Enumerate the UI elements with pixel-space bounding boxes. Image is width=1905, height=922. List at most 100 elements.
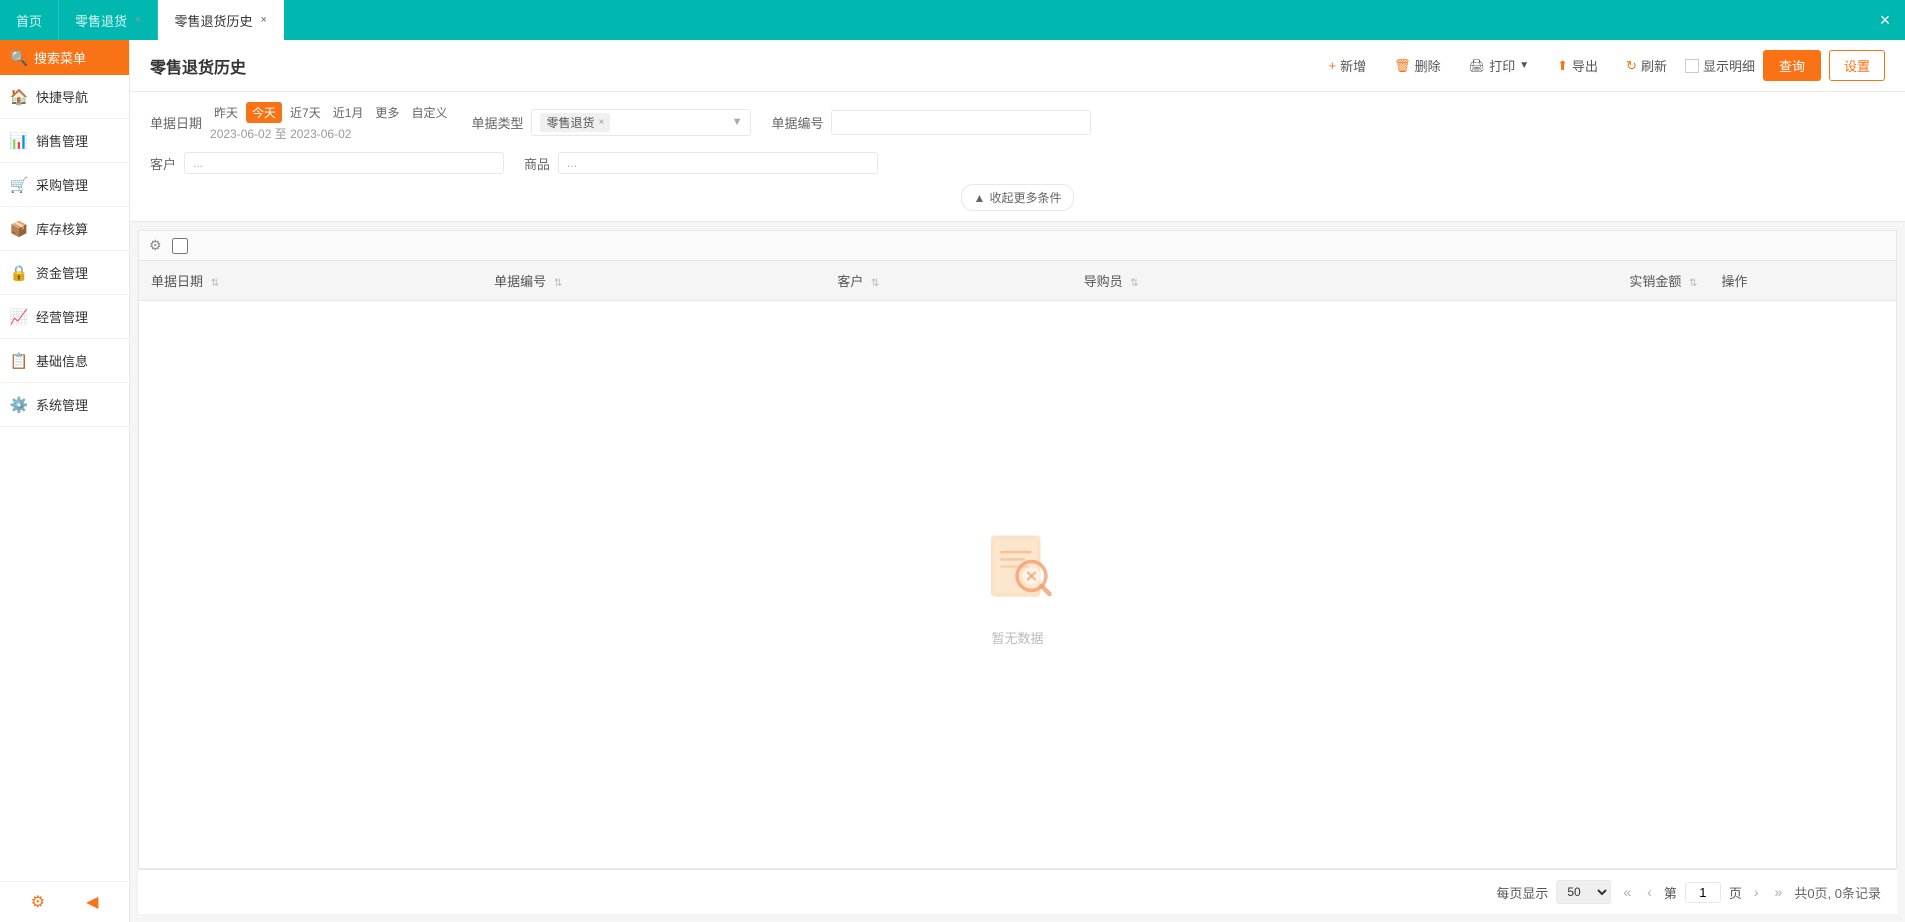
col-action: 操作	[1709, 261, 1896, 301]
customer-ellipsis[interactable]: ...	[193, 156, 203, 170]
date-yesterday[interactable]: 昨天	[210, 102, 242, 123]
date-7days[interactable]: 近7天	[286, 102, 325, 123]
date-1month[interactable]: 近1月	[329, 102, 368, 123]
col-no-sort-icon[interactable]: ⇅	[554, 278, 562, 289]
last-page-button[interactable]: »	[1771, 882, 1787, 902]
col-guide-sort-icon[interactable]: ⇅	[1130, 278, 1138, 289]
goods-input[interactable]: ...	[558, 152, 878, 174]
goods-label: 商品	[524, 154, 550, 173]
refresh-button-label: 刷新	[1641, 56, 1667, 75]
sidebar-item-sales-mgmt[interactable]: 📊 销售管理	[0, 119, 129, 163]
collapse-button[interactable]: ▲ 收起更多条件	[961, 184, 1075, 211]
sidebar-item-inventory-check[interactable]: 📦 库存核算	[0, 207, 129, 251]
print-button[interactable]: 🖨 打印 ▼	[1459, 51, 1539, 80]
tab-retail-return-close[interactable]: ×	[135, 14, 141, 26]
table-settings-icon[interactable]: ⚙	[149, 237, 162, 254]
sidebar-item-purchase-mgmt[interactable]: 🛒 采购管理	[0, 163, 129, 207]
voucher-no-input[interactable]	[831, 110, 1091, 135]
settings-gear-icon[interactable]: ⚙	[31, 892, 45, 912]
col-customer-sort-icon[interactable]: ⇅	[871, 278, 879, 289]
page-header: 零售退货历史 + 新增 🗑 删除 🖨 打印 ▼ ⬆ 导出	[130, 40, 1905, 92]
export-button[interactable]: ⬆ 导出	[1547, 51, 1608, 80]
col-amount-sort-icon[interactable]: ⇅	[1689, 278, 1697, 289]
collapse-row: ▲ 收起更多条件	[150, 184, 1885, 211]
collapse-sidebar-icon[interactable]: ◀	[86, 892, 98, 912]
col-date-label: 单据日期	[151, 274, 203, 289]
plus-icon: +	[1329, 58, 1337, 73]
table-header-row: 单据日期 ⇅ 单据编号 ⇅ 客户 ⇅ 导购员 ⇅	[139, 261, 1896, 301]
query-button[interactable]: 查询	[1763, 50, 1821, 81]
first-page-button[interactable]: «	[1619, 882, 1635, 902]
settings-button[interactable]: 设置	[1829, 50, 1885, 81]
next-page-button[interactable]: ›	[1750, 882, 1763, 902]
sidebar-item-ops-mgmt[interactable]: 📈 经营管理	[0, 295, 129, 339]
nav-tabs: 首页 零售退货 × 零售退货历史 ×	[0, 0, 1865, 40]
show-detail-checkbox-group[interactable]: 显示明细	[1685, 56, 1755, 75]
date-range-display: 2023-06-02 至 2023-06-02	[210, 125, 451, 142]
delete-button-label: 删除	[1415, 56, 1441, 75]
print-button-label: 打印	[1489, 56, 1515, 75]
voucher-type-tag: 零售退货 ×	[540, 113, 610, 132]
sidebar-item-basic-info[interactable]: 📋 基础信息	[0, 339, 129, 383]
date-label: 单据日期	[150, 113, 202, 132]
voucher-type-tag-close[interactable]: ×	[598, 117, 604, 128]
sidebar-item-finance-label: 资金管理	[36, 263, 88, 282]
voucher-no-filter: 单据编号	[771, 110, 1091, 135]
per-page-select[interactable]: 50 100 200	[1556, 880, 1611, 904]
tab-home[interactable]: 首页	[0, 0, 59, 40]
col-guide: 导购员 ⇅	[1072, 261, 1367, 301]
date-more[interactable]: 更多	[371, 102, 403, 123]
page-number-input[interactable]	[1685, 882, 1721, 903]
pagination: 每页显示 50 100 200 « ‹ 第 页 › » 共0页, 0条记录	[138, 869, 1897, 914]
sidebar-item-finance-mgmt[interactable]: 🔒 资金管理	[0, 251, 129, 295]
delete-button[interactable]: 🗑 删除	[1384, 51, 1451, 80]
refresh-button[interactable]: ↻ 刷新	[1616, 51, 1677, 80]
sidebar-search[interactable]: 🔍 搜索菜单	[0, 40, 129, 75]
sidebar-item-sys-mgmt[interactable]: ⚙️ 系统管理	[0, 383, 129, 427]
date-custom[interactable]: 自定义	[407, 102, 451, 123]
tab-retail-return[interactable]: 零售退货 ×	[59, 0, 158, 40]
tab-retail-return-history-close[interactable]: ×	[260, 14, 266, 26]
sidebar-bottom: ⚙ ◀	[0, 881, 129, 922]
tab-retail-return-history[interactable]: 零售退货历史 ×	[158, 0, 283, 40]
prev-page-button[interactable]: ‹	[1643, 882, 1656, 902]
ops-icon: 📈	[10, 308, 28, 326]
voucher-type-dropdown-icon[interactable]: ▼	[732, 116, 743, 128]
col-amount: 实销金额 ⇅	[1366, 261, 1709, 301]
page-label: 第	[1664, 883, 1677, 902]
tab-retail-return-label: 零售退货	[75, 11, 127, 30]
show-detail-checkbox[interactable]	[1685, 59, 1699, 73]
window-close-button[interactable]: ×	[1865, 0, 1905, 40]
select-all-checkbox[interactable]	[172, 238, 188, 254]
date-today[interactable]: 今天	[246, 102, 282, 123]
header-actions: + 新增 🗑 删除 🖨 打印 ▼ ⬆ 导出 ↻ 刷新	[1319, 50, 1885, 81]
page-unit: 页	[1729, 883, 1742, 902]
col-no-label: 单据编号	[494, 274, 546, 289]
customer-label: 客户	[150, 154, 176, 173]
main-layout: 🔍 搜索菜单 🏠 快捷导航 📊 销售管理 🛒 采购管理 📦 库存核算 🔒 资金管…	[0, 40, 1905, 922]
goods-filter: 商品 ...	[524, 152, 878, 174]
empty-icon	[973, 522, 1063, 612]
sidebar-item-sales-label: 销售管理	[36, 131, 88, 150]
customer-input[interactable]: ...	[184, 152, 504, 174]
empty-illustration	[973, 522, 1063, 612]
voucher-no-label: 单据编号	[771, 113, 823, 132]
sys-icon: ⚙️	[10, 396, 28, 414]
col-customer-label: 客户	[837, 274, 863, 289]
collapse-button-label: 收起更多条件	[989, 189, 1061, 206]
col-date-sort-icon[interactable]: ⇅	[211, 278, 219, 289]
date-filter: 单据日期 昨天 今天 近7天 近1月 更多 自定义 2023-06-02 至 2…	[150, 102, 451, 142]
new-button[interactable]: + 新增	[1319, 51, 1377, 80]
sidebar-item-quick-nav[interactable]: 🏠 快捷导航	[0, 75, 129, 119]
voucher-type-tag-label: 零售退货	[546, 114, 594, 131]
voucher-type-label: 单据类型	[471, 113, 523, 132]
sidebar: 🔍 搜索菜单 🏠 快捷导航 📊 销售管理 🛒 采购管理 📦 库存核算 🔒 资金管…	[0, 40, 130, 922]
page-title: 零售退货历史	[150, 54, 246, 78]
export-button-label: 导出	[1572, 56, 1598, 75]
export-icon: ⬆	[1557, 58, 1568, 74]
date-shortcuts: 昨天 今天 近7天 近1月 更多 自定义	[210, 102, 451, 123]
goods-ellipsis[interactable]: ...	[567, 156, 577, 170]
sales-icon: 📊	[10, 132, 28, 150]
col-amount-label: 实销金额	[1629, 274, 1681, 289]
voucher-type-input[interactable]: 零售退货 × ▼	[531, 109, 751, 136]
